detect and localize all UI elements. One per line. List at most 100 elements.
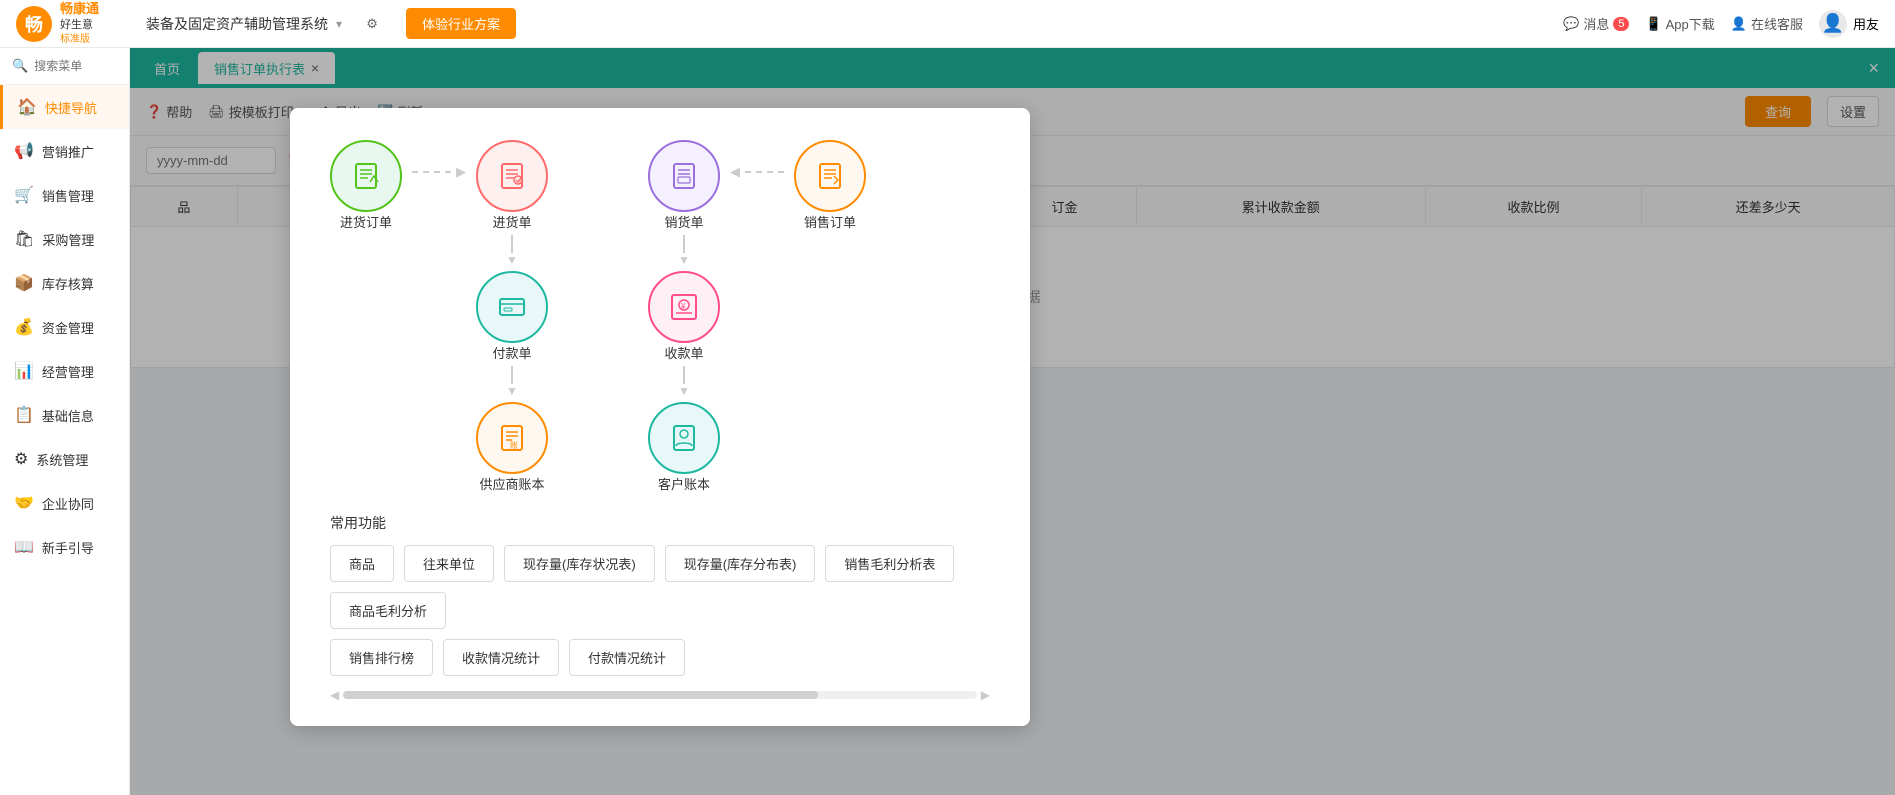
sidebar-item-label: 经营管理 (42, 362, 94, 381)
sidebar-item-sales[interactable]: 🛒 销售管理 (0, 173, 129, 217)
func-btn-stock-status[interactable]: 现存量(库存状况表) (504, 545, 655, 582)
user-label: 用友 (1853, 14, 1879, 33)
content-area: 首页 销售订单执行表 × × ❓ 帮助 🖨 按模板打印 (130, 48, 1895, 795)
brand-sub: 好生意 (60, 18, 99, 33)
func-btn-goods[interactable]: 商品 (330, 545, 394, 582)
search-input[interactable] (34, 59, 114, 73)
app-icon: 📱 (1645, 16, 1661, 32)
common-funcs-title: 常用功能 (330, 513, 990, 533)
user-area[interactable]: 👤 用友 (1819, 10, 1879, 38)
inventory-icon: 📦 (14, 273, 34, 293)
sidebar-item-label: 企业协同 (42, 494, 94, 513)
popup: 进货订单 ▶ (290, 108, 1030, 726)
guide-icon: 📖 (14, 537, 34, 557)
sidebar-item-label: 销售管理 (42, 186, 94, 205)
sidebar-item-finance[interactable]: 💰 资金管理 (0, 305, 129, 349)
logo-area: 畅 畅康通 好生意 标准版 (16, 0, 146, 47)
sidebar-item-label: 采购管理 (42, 230, 94, 249)
message-label: 消息 (1583, 14, 1609, 33)
service-icon: 👤 (1731, 16, 1747, 32)
sidebar-item-label: 新手引导 (42, 538, 94, 557)
popup-overlay: 进货订单 ▶ (130, 48, 1895, 795)
system-name: 装备及固定资产辅助管理系统 (146, 14, 328, 34)
app-download-item[interactable]: 📱 App下载 (1645, 14, 1714, 33)
arrow-h1: ▶ (412, 164, 466, 180)
service-label: 在线客服 (1751, 14, 1803, 33)
sidebar-item-guide[interactable]: 📖 新手引导 (0, 525, 129, 569)
sidebar-item-label: 快捷导航 (45, 98, 97, 117)
avatar: 👤 (1819, 10, 1847, 38)
collab-icon: 🤝 (14, 493, 34, 513)
system-dropdown-icon[interactable]: ▾ (336, 17, 342, 31)
settings-btn[interactable]: ⚙ (358, 10, 386, 38)
logo-tag: 标准版 (60, 33, 99, 47)
sidebar-item-operations[interactable]: 📊 经营管理 (0, 349, 129, 393)
sidebar-item-quick-nav[interactable]: 🏠 快捷导航 (0, 85, 129, 129)
message-badge: 5 (1613, 17, 1629, 31)
popup-scrollbar (343, 691, 977, 699)
payment-circle[interactable] (476, 271, 548, 343)
customer-account-label: 客户账本 (658, 474, 710, 493)
sidebar-item-label: 资金管理 (42, 318, 94, 337)
message-item[interactable]: 💬 消息 5 (1563, 14, 1629, 33)
func-btn-stock-dist[interactable]: 现存量(库存分布表) (665, 545, 816, 582)
sidebar-item-system[interactable]: ⚙ 系统管理 (0, 437, 129, 481)
arrow-v3: ▼ (506, 366, 518, 398)
sale-order-label: 销售订单 (804, 212, 856, 231)
trial-button[interactable]: 体验行业方案 (406, 8, 516, 39)
service-item[interactable]: 👤 在线客服 (1731, 14, 1803, 33)
sidebar-search[interactable]: 🔍 (0, 48, 129, 85)
sale-order-circle[interactable] (794, 140, 866, 212)
flow-node-purchase-order: 进货订单 (330, 140, 402, 231)
arrow-v4: ▼ (678, 366, 690, 398)
sidebar: 🔍 🏠 快捷导航 📢 营销推广 🛒 销售管理 🛍 采购管理 📦 库存核 (0, 48, 130, 795)
arrow-v2: ▼ (678, 235, 690, 267)
func-btn-payment-stats[interactable]: 付款情况统计 (569, 639, 685, 676)
common-funcs: 常用功能 商品 往来单位 现存量(库存状况表) 现存量(库存分布表) 销售毛利分… (330, 513, 990, 676)
logo-icon: 畅 (16, 6, 52, 42)
func-row-1: 商品 往来单位 现存量(库存状况表) 现存量(库存分布表) 销售毛利分析表 商品… (330, 545, 990, 629)
basic-info-icon: 📋 (14, 405, 34, 425)
finance-icon: 💰 (14, 317, 34, 337)
logo-text: 畅康通 好生意 标准版 (60, 0, 99, 47)
purchase-icon: 🛍 (14, 229, 34, 249)
func-btn-goods-profit[interactable]: 商品毛利分析 (330, 592, 446, 629)
sidebar-item-purchase[interactable]: 🛍 采购管理 (0, 217, 129, 261)
sale-bill-label: 销货单 (664, 212, 703, 231)
purchase-bill-circle[interactable] (476, 140, 548, 212)
payment-label: 付款单 (492, 343, 531, 362)
svg-text:¥: ¥ (680, 302, 686, 311)
func-row-2: 销售排行榜 收款情况统计 付款情况统计 (330, 639, 990, 676)
func-btn-sales-rank[interactable]: 销售排行榜 (330, 639, 433, 676)
top-bar: 畅 畅康通 好生意 标准版 装备及固定资产辅助管理系统 ▾ ⚙ 体验行业方案 💬… (0, 0, 1895, 48)
scroll-left-btn[interactable]: ◀ (330, 688, 339, 702)
customer-account-circle[interactable] (648, 402, 720, 474)
receipt-circle[interactable]: ¥ (648, 271, 720, 343)
supplier-account-circle[interactable]: 账 (476, 402, 548, 474)
system-title: 装备及固定资产辅助管理系统 ▾ ⚙ 体验行业方案 (146, 8, 1563, 39)
sidebar-item-basic-info[interactable]: 📋 基础信息 (0, 393, 129, 437)
app-label: App下载 (1666, 14, 1715, 33)
sale-bill-circle[interactable] (648, 140, 720, 212)
supplier-account-label: 供应商账本 (479, 474, 544, 493)
func-btn-partners[interactable]: 往来单位 (404, 545, 494, 582)
home-icon: 🏠 (17, 97, 37, 117)
sidebar-item-collab[interactable]: 🤝 企业协同 (0, 481, 129, 525)
scroll-right-btn[interactable]: ▶ (981, 688, 990, 702)
sales-icon: 🛒 (14, 185, 34, 205)
flow-node-sale-bill: 销货单 ▼ ¥ (648, 140, 720, 493)
sidebar-item-inventory[interactable]: 📦 库存核算 (0, 261, 129, 305)
purchase-order-circle[interactable] (330, 140, 402, 212)
sidebar-item-label: 基础信息 (42, 406, 94, 425)
purchase-order-label: 进货订单 (340, 212, 392, 231)
func-btn-receipt-stats[interactable]: 收款情况统计 (443, 639, 559, 676)
sidebar-item-label: 营销推广 (42, 142, 94, 161)
arrow-h2: ◀ (730, 164, 784, 180)
brand-name: 畅康通 (60, 0, 99, 18)
sidebar-item-label: 系统管理 (36, 450, 88, 469)
func-btn-sales-profit[interactable]: 销售毛利分析表 (825, 545, 954, 582)
popup-scrollbar-row: ◀ ▶ (330, 688, 990, 702)
message-icon: 💬 (1563, 16, 1579, 32)
marketing-icon: 📢 (14, 141, 34, 161)
sidebar-item-marketing[interactable]: 📢 营销推广 (0, 129, 129, 173)
